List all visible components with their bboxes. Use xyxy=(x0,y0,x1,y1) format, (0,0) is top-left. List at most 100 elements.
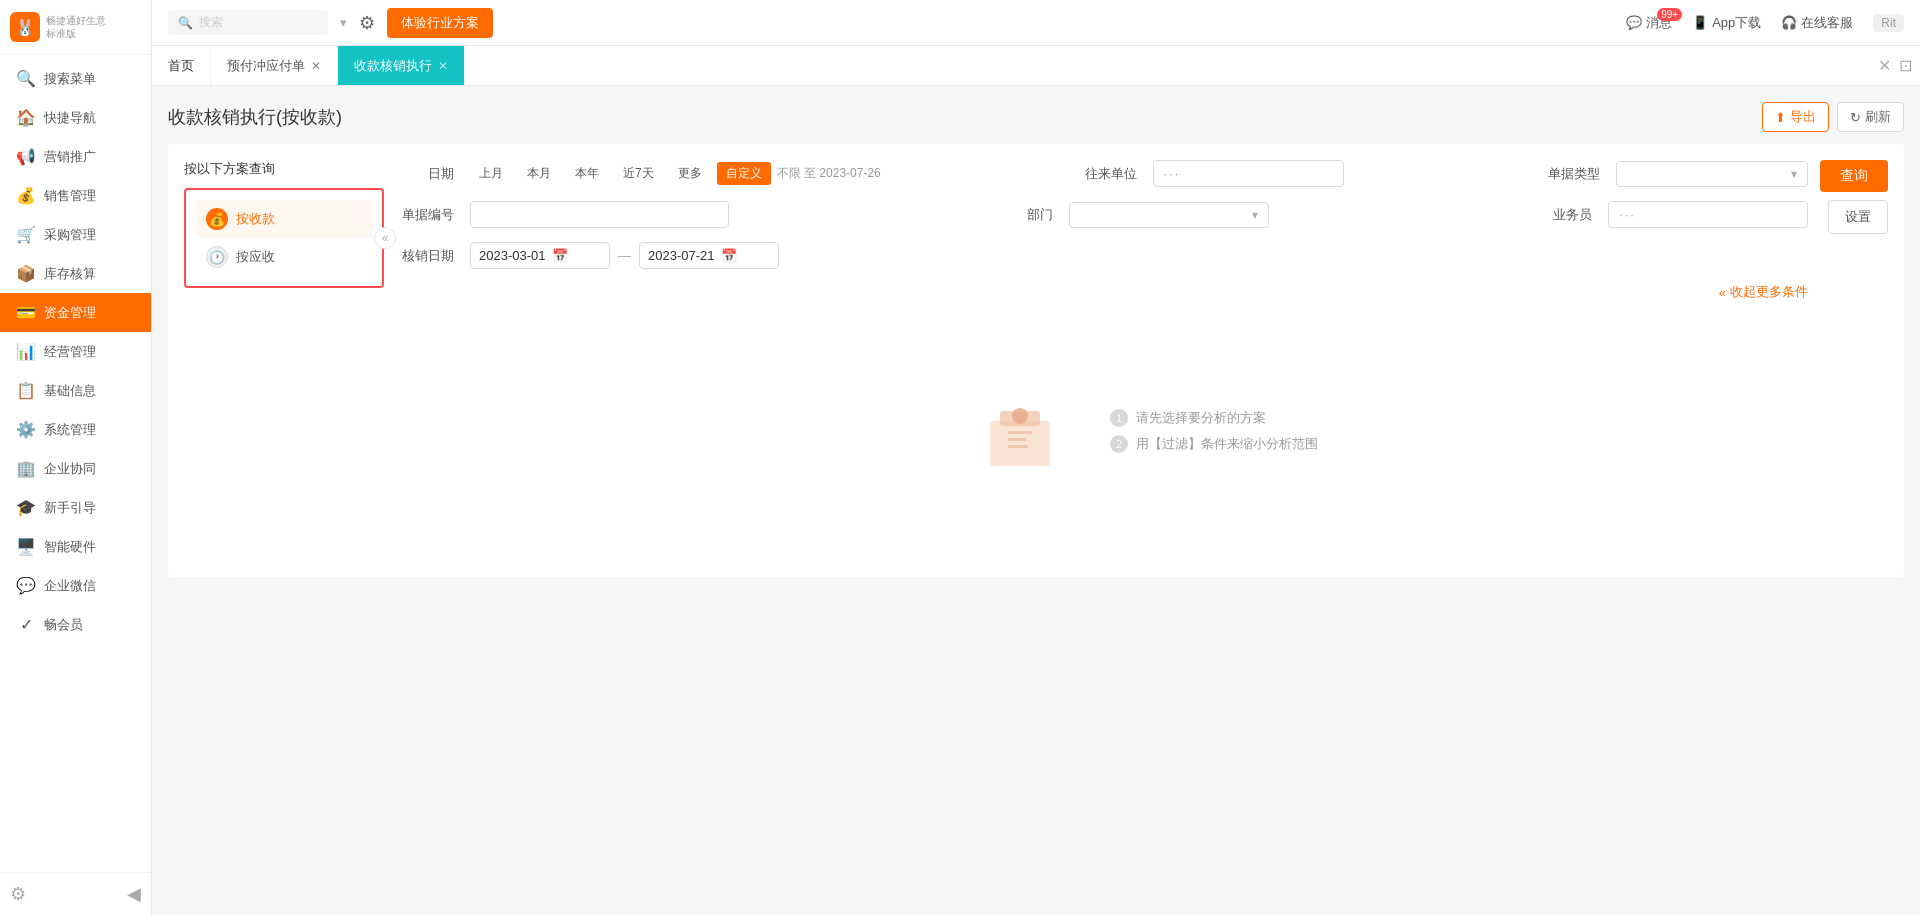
writeoff-date-end-input[interactable]: 2023-07-21 📅 xyxy=(639,242,779,269)
sidebar-item-label: 采购管理 xyxy=(44,226,96,244)
sidebar-item-hardware[interactable]: 🖥️ 智能硬件 xyxy=(0,527,151,566)
user-name[interactable]: Rit xyxy=(1873,14,1904,32)
sidebar-item-operation[interactable]: 📊 经营管理 xyxy=(0,332,151,371)
empty-illustration xyxy=(970,381,1070,481)
dept-select[interactable]: ▾ xyxy=(1069,202,1269,228)
page-title: 收款核销执行(按收款) xyxy=(168,105,342,129)
export-button[interactable]: ⬆ 导出 xyxy=(1762,102,1829,132)
empty-hint-1: 1 请先选择要分析的方案 xyxy=(1110,409,1318,427)
sidebar-item-member[interactable]: ✓ 畅会员 xyxy=(0,605,151,644)
tab-prepay[interactable]: 预付冲应付单 ✕ xyxy=(211,46,338,85)
settings-bottom-icon[interactable]: ⚙ xyxy=(10,883,26,905)
query-option-by-receivable[interactable]: 🕐 按应收 xyxy=(196,238,372,276)
refresh-label: 刷新 xyxy=(1865,108,1891,126)
wechat-icon: 💬 xyxy=(16,576,36,595)
sidebar-item-label: 智能硬件 xyxy=(44,538,96,556)
empty-state: 1 请先选择要分析的方案 2 用【过滤】条件来缩小分析范围 xyxy=(400,301,1888,561)
refresh-button[interactable]: ↻ 刷新 xyxy=(1837,102,1904,132)
sidebar-item-system[interactable]: ⚙️ 系统管理 xyxy=(0,410,151,449)
sidebar-item-wechat[interactable]: 💬 企业微信 xyxy=(0,566,151,605)
close-tab-icon[interactable]: ✕ xyxy=(1878,56,1891,75)
sidebar: 🐰 畅捷通好生意 标准版 🔍 搜索菜单 🏠 快捷导航 📢 营销推广 💰 销售管理… xyxy=(0,0,152,915)
sidebar-item-finance[interactable]: 💳 资金管理 xyxy=(0,293,151,332)
purchase-icon: 🛒 xyxy=(16,225,36,244)
sidebar-logo: 🐰 畅捷通好生意 标准版 xyxy=(0,0,151,55)
collapse-more-btn[interactable]: « 收起更多条件 xyxy=(400,283,1808,301)
date-quick-select: 上月 本月 本年 近7天 更多 自定义 不限 至 2023-07-26 xyxy=(470,162,881,185)
message-icon: 💬 xyxy=(1626,15,1642,30)
basic-icon: 📋 xyxy=(16,381,36,400)
doc-type-select[interactable]: ▾ xyxy=(1616,161,1808,187)
doc-num-input[interactable] xyxy=(470,201,729,228)
filter-actions-panel: 日期 上月 本月 本年 近7天 更多 自定义 不限 至 2023-07-26 xyxy=(400,160,1888,561)
service-label: 在线客服 xyxy=(1801,14,1853,32)
query-button[interactable]: 查询 xyxy=(1820,160,1888,192)
date-btn-7days[interactable]: 近7天 xyxy=(614,162,663,185)
sidebar-item-purchase[interactable]: 🛒 采购管理 xyxy=(0,215,151,254)
tab-home[interactable]: 首页 xyxy=(152,46,211,85)
date-btn-more[interactable]: 更多 xyxy=(669,162,711,185)
collapse-panel-button[interactable]: « xyxy=(374,227,396,249)
sidebar-item-guide[interactable]: 🎓 新手引导 xyxy=(0,488,151,527)
sidebar-item-label: 经营管理 xyxy=(44,343,96,361)
tab-prepay-close-icon[interactable]: ✕ xyxy=(311,59,321,73)
svg-rect-0 xyxy=(990,421,1050,466)
doc-type-label: 单据类型 xyxy=(1546,165,1600,183)
page-header: 收款核销执行(按收款) ⬆ 导出 ↻ 刷新 xyxy=(168,102,1904,132)
query-option-by-receipt[interactable]: 💰 按收款 xyxy=(196,200,372,238)
tab-writeoff[interactable]: 收款核销执行 ✕ xyxy=(338,46,465,85)
online-service-button[interactable]: 🎧 在线客服 xyxy=(1781,14,1853,32)
topbar-gear-icon[interactable]: ⚙ xyxy=(359,12,375,34)
empty-hint-text-1: 请先选择要分析的方案 xyxy=(1136,409,1266,427)
sidebar-item-label: 资金管理 xyxy=(44,304,96,322)
message-button[interactable]: 💬 消息 99+ xyxy=(1626,14,1672,32)
counterparty-select[interactable]: ··· xyxy=(1153,160,1345,187)
doc-type-chevron-icon: ▾ xyxy=(1791,167,1797,181)
sidebar-item-enterprise[interactable]: 🏢 企业协同 xyxy=(0,449,151,488)
app-download-button[interactable]: 📱 App下载 xyxy=(1692,14,1761,32)
sidebar-item-label: 企业协同 xyxy=(44,460,96,478)
sidebar-item-marketing[interactable]: 📢 营销推广 xyxy=(0,137,151,176)
empty-content: 1 请先选择要分析的方案 2 用【过滤】条件来缩小分析范围 xyxy=(970,381,1318,481)
content-area: 收款核销执行(按收款) ⬆ 导出 ↻ 刷新 按以下方案查询 💰 xyxy=(152,86,1920,915)
filter-and-actions: 日期 上月 本月 本年 近7天 更多 自定义 不限 至 2023-07-26 xyxy=(400,160,1888,301)
writeoff-date-start-input[interactable]: 2023-03-01 📅 xyxy=(470,242,610,269)
topbar-search[interactable]: 🔍 搜索 xyxy=(168,10,328,35)
topbar-dropdown-icon[interactable]: ▾ xyxy=(340,15,347,30)
staff-select[interactable]: ··· xyxy=(1608,201,1808,228)
sidebar-item-label: 库存核算 xyxy=(44,265,96,283)
filter-row-1: 日期 上月 本月 本年 近7天 更多 自定义 不限 至 2023-07-26 xyxy=(400,160,1808,187)
date-sub-text: 不限 至 2023-07-26 xyxy=(777,165,881,182)
date-btn-custom[interactable]: 自定义 xyxy=(717,162,771,185)
marketing-icon: 📢 xyxy=(16,147,36,166)
guide-icon: 🎓 xyxy=(16,498,36,517)
sidebar-item-label: 系统管理 xyxy=(44,421,96,439)
sidebar-item-quicknav[interactable]: 🏠 快捷导航 xyxy=(0,98,151,137)
calendar-end-icon: 📅 xyxy=(721,248,737,263)
date-btn-this-year[interactable]: 本年 xyxy=(566,162,608,185)
page-actions: ⬆ 导出 ↻ 刷新 xyxy=(1762,102,1904,132)
tab-writeoff-close-icon[interactable]: ✕ xyxy=(438,59,448,73)
sidebar-item-basic[interactable]: 📋 基础信息 xyxy=(0,371,151,410)
staff-dots: ··· xyxy=(1619,207,1636,222)
writeoff-date-end-value: 2023-07-21 xyxy=(648,248,715,263)
expand-tab-icon[interactable]: ⊡ xyxy=(1899,56,1912,75)
sidebar-item-label: 基础信息 xyxy=(44,382,96,400)
settings-button[interactable]: 设置 xyxy=(1828,200,1888,234)
sidebar-item-inventory[interactable]: 📦 库存核算 xyxy=(0,254,151,293)
collapse-sidebar-icon[interactable]: ◀ xyxy=(127,883,141,905)
receivable-icon: 🕐 xyxy=(206,246,228,268)
service-icon: 🎧 xyxy=(1781,15,1797,30)
solution-button[interactable]: 体验行业方案 xyxy=(387,8,493,38)
sidebar-item-search[interactable]: 🔍 搜索菜单 xyxy=(0,59,151,98)
topbar: 🔍 搜索 ▾ ⚙ 体验行业方案 💬 消息 99+ 📱 App下载 🎧 在线客服 … xyxy=(152,0,1920,46)
empty-hint-text-2: 用【过滤】条件来缩小分析范围 xyxy=(1136,435,1318,453)
sidebar-item-label: 搜索菜单 xyxy=(44,70,96,88)
receipt-icon: 💰 xyxy=(206,208,228,230)
date-btn-this-month[interactable]: 本月 xyxy=(518,162,560,185)
writeoff-date-label: 核销日期 xyxy=(400,247,454,265)
sidebar-item-sales[interactable]: 💰 销售管理 xyxy=(0,176,151,215)
sidebar-bottom: ⚙ ◀ xyxy=(0,872,151,915)
date-btn-last-month[interactable]: 上月 xyxy=(470,162,512,185)
tabbar: 首页 预付冲应付单 ✕ 收款核销执行 ✕ ✕ ⊡ xyxy=(152,46,1920,86)
